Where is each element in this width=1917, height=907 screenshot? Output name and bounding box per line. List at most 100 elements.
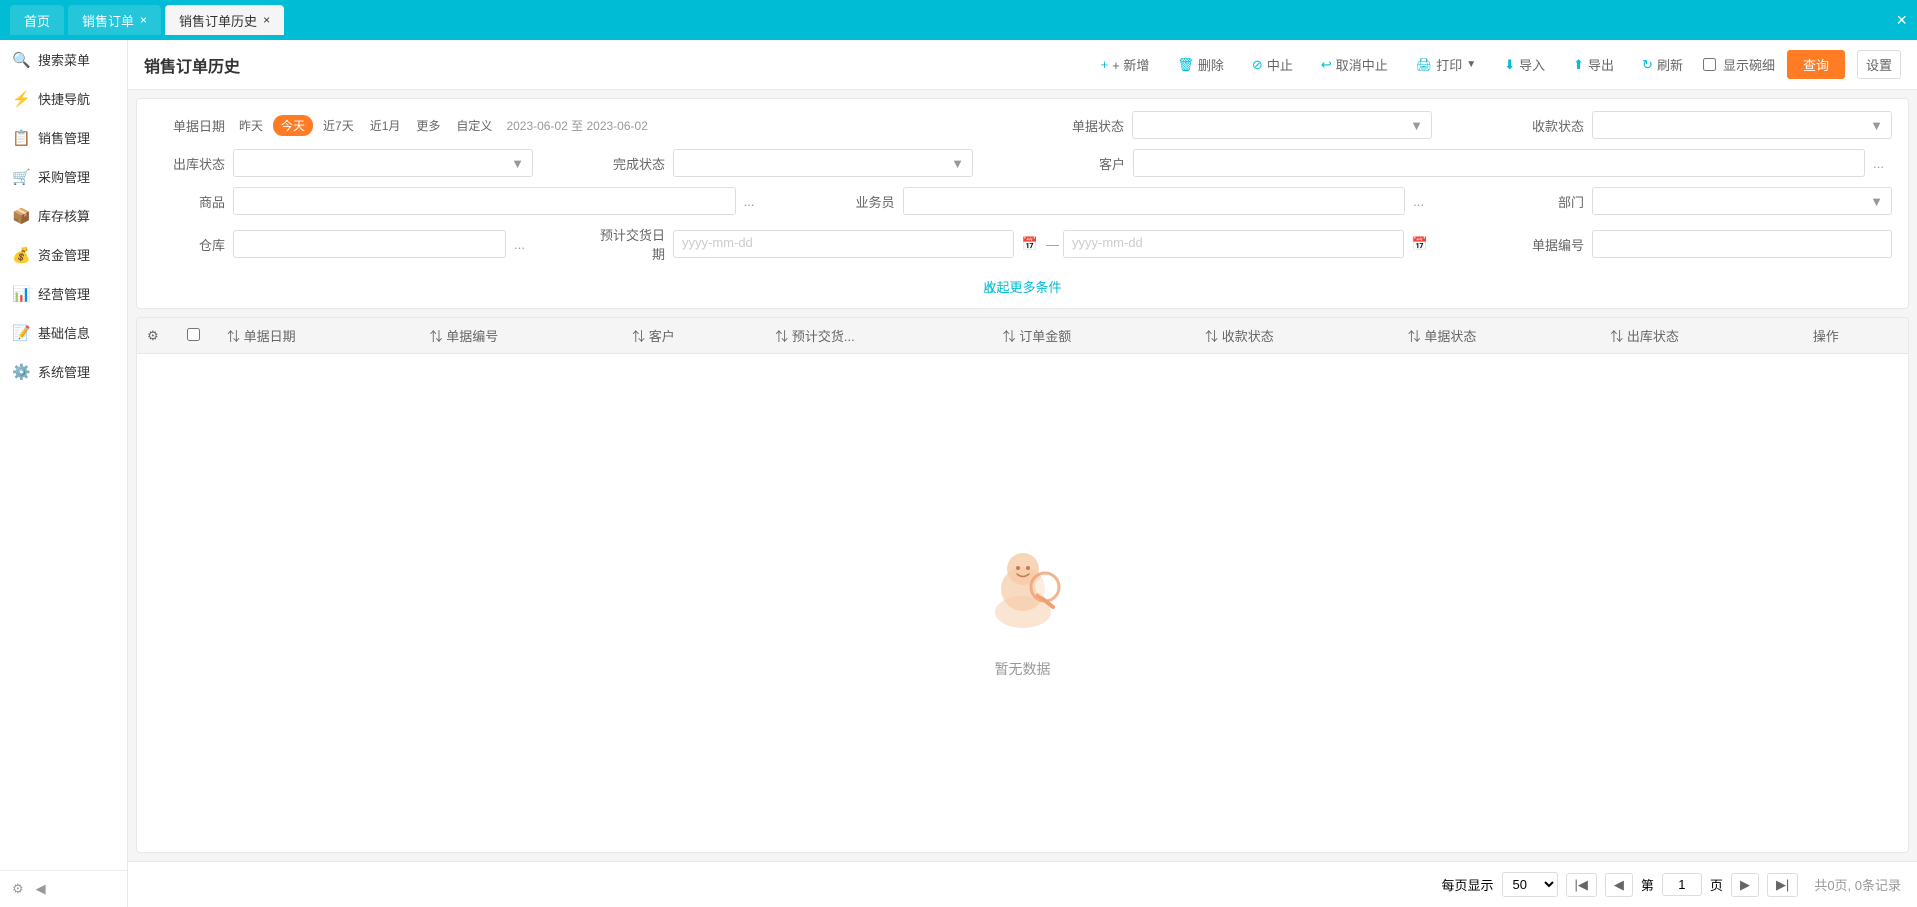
sidebar-item-system-mgmt[interactable]: ⚙️ 系统管理 <box>0 352 127 391</box>
per-page-select[interactable]: 10 20 50 100 <box>1502 872 1558 897</box>
table-container: ⚙ ⇅ 单据日期 ⇅ 单据编号 <box>137 318 1908 354</box>
document-icon: 📝 <box>12 324 30 342</box>
date-7days[interactable]: 近7天 <box>317 115 360 136</box>
flash-icon: ⚡ <box>12 90 30 108</box>
page-title: 销售订单历史 <box>144 53 240 77</box>
cancel-stop-button[interactable]: ↩ 取消中止 <box>1313 51 1396 78</box>
query-button[interactable]: 查询 <box>1787 50 1845 79</box>
expected-delivery-control: yyyy-mm-dd 📅 — yyyy-mm-dd 📅 <box>673 230 1432 258</box>
th-receipt-status: ⇅ 收款状态 <box>1195 318 1398 354</box>
th-date: ⇅ 单据日期 <box>217 318 420 354</box>
product-label: 商品 <box>153 192 233 211</box>
date-more[interactable]: 更多 <box>410 115 446 136</box>
date-filter-control: 昨天 今天 近7天 近1月 更多 自定义 2023-06-02 至 2023-0… <box>233 115 932 136</box>
th-operation: 操作 <box>1803 318 1908 354</box>
warehouse-input[interactable] <box>233 230 506 258</box>
th-customer: ⇅ 客户 <box>622 318 765 354</box>
clipboard-icon: 📋 <box>12 129 30 147</box>
expected-delivery-start[interactable]: yyyy-mm-dd <box>673 230 1014 258</box>
refresh-button[interactable]: ↻ 刷新 <box>1634 51 1691 78</box>
th-amount: ⇅ 订单金额 <box>993 318 1196 354</box>
last-page-btn[interactable]: ▶| <box>1767 873 1798 897</box>
content-area: 销售订单历史 + + 新增 🗑 删除 ⊘ 中止 ↩ 取消中止 <box>128 40 1917 907</box>
product-input[interactable] <box>233 187 736 215</box>
order-status-select[interactable]: ▼ <box>1132 111 1432 139</box>
import-icon: ⬇ <box>1504 57 1515 73</box>
close-tab-sales-order-history[interactable]: × <box>263 13 270 27</box>
sidebar-item-basic-info[interactable]: 📝 基础信息 <box>0 313 127 352</box>
date-today[interactable]: 今天 <box>273 115 313 136</box>
pagination: 每页显示 10 20 50 100 |◀ ◀ 第 页 ▶ ▶| 共0页, 0条记… <box>128 861 1917 907</box>
main-layout: 🔍 搜索菜单 ⚡ 快捷导航 📋 销售管理 🛒 采购管理 📦 库存核算 💰 资金管… <box>0 40 1917 907</box>
outbound-status-label: 出库状态 <box>153 154 233 173</box>
print-button[interactable]: 🖨 打印 ▼ <box>1408 51 1484 78</box>
top-bar-right: × <box>1896 10 1907 31</box>
sidebar-item-quick-nav[interactable]: ⚡ 快捷导航 <box>0 79 127 118</box>
collapse-sidebar-icon[interactable]: ◀ <box>36 881 46 897</box>
close-tab-sales-order[interactable]: × <box>140 13 147 27</box>
order-status-label: 单据状态 <box>1052 116 1132 135</box>
select-all-checkbox[interactable] <box>187 328 200 341</box>
department-select[interactable]: ▼ <box>1592 187 1892 215</box>
date-1month[interactable]: 近1月 <box>364 115 407 136</box>
order-status-chevron: ▼ <box>1410 118 1423 133</box>
settings-icon[interactable]: ⚙ <box>12 881 24 897</box>
search-icon: 🔍 <box>12 51 30 69</box>
customer-label: 客户 <box>1053 154 1133 173</box>
export-icon: ⬆ <box>1573 57 1584 73</box>
current-page-input[interactable] <box>1662 873 1702 896</box>
order-number-input[interactable] <box>1592 230 1892 258</box>
tab-sales-order-history[interactable]: 销售订单历史 × <box>165 5 284 35</box>
next-page-btn[interactable]: ▶ <box>1731 873 1759 897</box>
calendar-icon-end[interactable]: 📅 <box>1408 236 1432 252</box>
add-icon: + <box>1101 57 1109 72</box>
filter-area: 单据日期 昨天 今天 近7天 近1月 更多 自定义 2023-06-02 至 2… <box>136 98 1909 309</box>
tab-home[interactable]: 首页 <box>10 5 64 35</box>
receipt-status-select[interactable]: ▼ <box>1592 111 1892 139</box>
calendar-icon-start[interactable]: 📅 <box>1018 236 1042 252</box>
print-icon: 🖨 <box>1416 57 1433 73</box>
empty-state: 暂无数据 <box>137 354 1908 852</box>
customer-ellipsis[interactable]: ... <box>1865 156 1892 171</box>
customer-input[interactable] <box>1133 149 1865 177</box>
first-page-btn[interactable]: |◀ <box>1566 873 1597 897</box>
salesperson-ellipsis[interactable]: ... <box>1405 194 1432 209</box>
expected-delivery-end[interactable]: yyyy-mm-dd <box>1063 230 1404 258</box>
order-number-label: 单据编号 <box>1512 235 1592 254</box>
sidebar-item-search-menu[interactable]: 🔍 搜索菜单 <box>0 40 127 79</box>
settings-button[interactable]: 设置 <box>1857 50 1901 79</box>
expected-delivery-label: 预计交货日期 <box>593 225 673 263</box>
sidebar-item-operations[interactable]: 📊 经营管理 <box>0 274 127 313</box>
completion-status-select[interactable]: ▼ <box>673 149 973 177</box>
display-columns-input[interactable] <box>1703 58 1716 71</box>
warehouse-label: 仓库 <box>153 235 233 254</box>
date-custom[interactable]: 自定义 <box>450 115 498 136</box>
empty-text: 暂无数据 <box>995 659 1051 679</box>
product-ellipsis[interactable]: ... <box>736 194 763 209</box>
prev-page-btn[interactable]: ◀ <box>1605 873 1633 897</box>
collapse-more-btn[interactable]: △ 收起更多条件 <box>153 273 1892 296</box>
import-button[interactable]: ⬇ 导入 <box>1496 51 1553 78</box>
sidebar-item-finance[interactable]: 💰 资金管理 <box>0 235 127 274</box>
add-button[interactable]: + + 新增 <box>1093 51 1158 78</box>
sidebar-item-inventory[interactable]: 📦 库存核算 <box>0 196 127 235</box>
refresh-icon: ↻ <box>1642 57 1653 73</box>
table-settings-icon[interactable]: ⚙ <box>147 328 159 343</box>
delete-button[interactable]: 🗑 删除 <box>1169 51 1232 78</box>
date-range-separator: — <box>1046 237 1059 252</box>
salesperson-input[interactable] <box>903 187 1406 215</box>
tab-sales-order[interactable]: 销售订单 × <box>68 5 161 35</box>
stop-icon: ⊘ <box>1252 57 1263 73</box>
date-yesterday[interactable]: 昨天 <box>233 115 269 136</box>
window-close-btn[interactable]: × <box>1896 10 1907 31</box>
display-columns-checkbox[interactable]: 显示碗细 <box>1703 55 1775 74</box>
sidebar-item-purchase-mgmt[interactable]: 🛒 采购管理 <box>0 157 127 196</box>
sidebar-item-sales-mgmt[interactable]: 📋 销售管理 <box>0 118 127 157</box>
stop-button[interactable]: ⊘ 中止 <box>1244 51 1301 78</box>
warehouse-ellipsis[interactable]: ... <box>506 237 533 252</box>
filter-row-2: 出库状态 ▼ 完成状态 ▼ 客户 ... <box>153 149 1892 177</box>
export-button[interactable]: ⬆ 导出 <box>1565 51 1622 78</box>
outbound-status-select[interactable]: ▼ <box>233 149 533 177</box>
product-control: ... <box>233 187 763 215</box>
sidebar: 🔍 搜索菜单 ⚡ 快捷导航 📋 销售管理 🛒 采购管理 📦 库存核算 💰 资金管… <box>0 40 128 907</box>
